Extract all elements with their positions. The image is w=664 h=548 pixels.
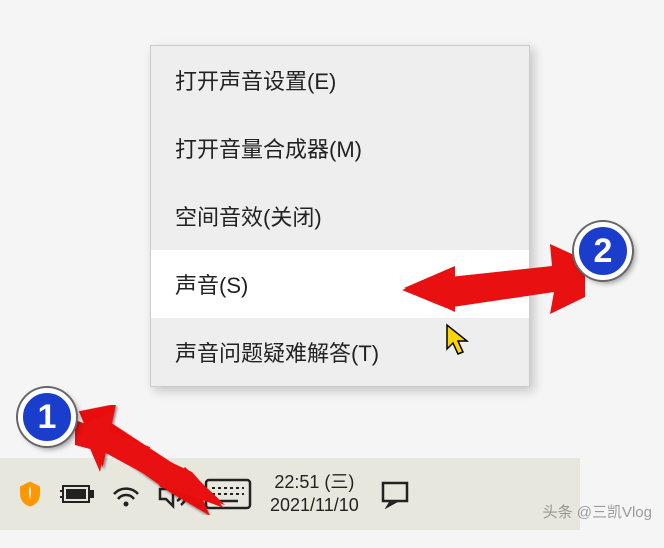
menu-item-open-volume-mixer[interactable]: 打开音量合成器(M) bbox=[151, 114, 529, 182]
annotation-arrow-1b bbox=[52, 400, 227, 515]
notifications-icon[interactable] bbox=[375, 474, 415, 514]
cursor-icon bbox=[445, 323, 471, 357]
menu-item-troubleshoot-sound[interactable]: 声音问题疑难解答(T) bbox=[151, 318, 529, 386]
menu-item-spatial-sound[interactable]: 空间音效(关闭) bbox=[151, 182, 529, 250]
watermark: 头条 @三凯Vlog bbox=[543, 501, 652, 522]
taskbar-clock[interactable]: 22:51 (三) 2021/11/10 bbox=[262, 471, 367, 518]
annotation-arrow-2 bbox=[400, 242, 590, 322]
annotation-badge-1: 1 bbox=[18, 388, 76, 446]
clock-time: 22:51 (三) bbox=[274, 471, 354, 494]
sound-context-menu: 打开声音设置(E) 打开音量合成器(M) 空间音效(关闭) 声音(S) 声音问题… bbox=[150, 45, 530, 387]
security-icon[interactable] bbox=[10, 474, 50, 514]
badge-2-number: 2 bbox=[594, 232, 613, 271]
annotation-badge-2: 2 bbox=[574, 222, 632, 280]
menu-item-open-sound-settings[interactable]: 打开声音设置(E) bbox=[151, 46, 529, 114]
badge-1-number: 1 bbox=[38, 398, 57, 437]
clock-date: 2021/11/10 bbox=[270, 494, 359, 517]
